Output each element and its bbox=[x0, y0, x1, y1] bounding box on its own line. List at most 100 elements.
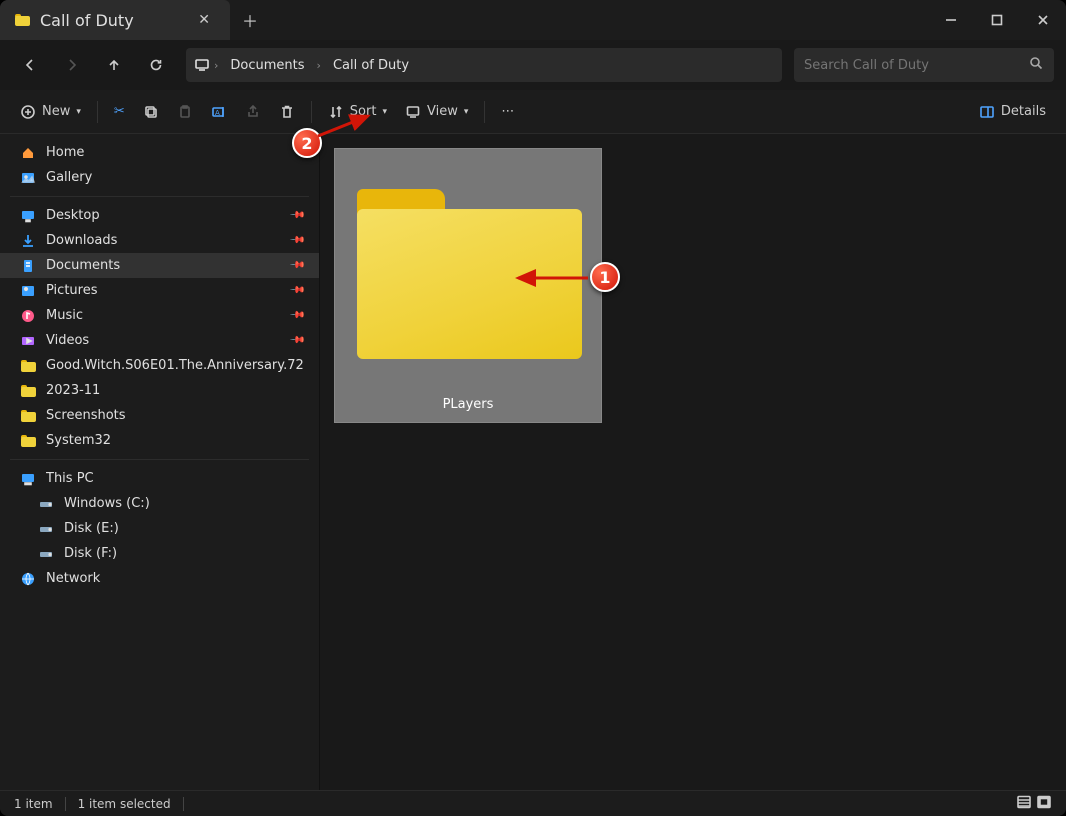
gallery-icon bbox=[20, 170, 36, 186]
sidebar-item-label: Network bbox=[46, 571, 303, 586]
sidebar-item-documents[interactable]: Documents 📌 bbox=[0, 253, 319, 278]
paste-icon bbox=[177, 104, 193, 120]
folder-label: PLayers bbox=[443, 397, 494, 412]
paste-button[interactable] bbox=[169, 96, 201, 128]
folder-large-icon bbox=[357, 189, 582, 359]
rename-icon: A bbox=[211, 104, 227, 120]
status-count: 1 item bbox=[14, 797, 53, 811]
sidebar-item-label: Downloads bbox=[46, 233, 281, 248]
breadcrumb-seg-0[interactable]: Documents bbox=[222, 54, 312, 77]
pc-icon bbox=[20, 471, 36, 487]
view-grid-icon[interactable] bbox=[1036, 794, 1052, 813]
drive-icon bbox=[38, 546, 54, 562]
search-box[interactable] bbox=[794, 48, 1054, 82]
sidebar-item-windows-c-[interactable]: Windows (C:) bbox=[0, 491, 319, 516]
sidebar-item-label: Windows (C:) bbox=[64, 496, 303, 511]
documents-icon bbox=[20, 258, 36, 274]
sidebar-item-pictures[interactable]: Pictures📌 bbox=[0, 278, 319, 303]
copy-button[interactable] bbox=[135, 96, 167, 128]
drive-icon bbox=[38, 496, 54, 512]
pin-icon: 📌 bbox=[288, 257, 305, 274]
sidebar-item-label: Documents bbox=[46, 258, 281, 273]
folder-icon bbox=[20, 408, 36, 424]
chevron-down-icon: ▾ bbox=[464, 107, 469, 117]
address-bar: › Documents › Call of Duty bbox=[0, 40, 1066, 90]
maximize-button[interactable] bbox=[974, 0, 1020, 40]
share-button[interactable] bbox=[237, 96, 269, 128]
sidebar-item-label: Desktop bbox=[46, 208, 281, 223]
home-icon bbox=[20, 145, 36, 161]
sidebar-item-label: Screenshots bbox=[46, 408, 303, 423]
sidebar-item-screenshots[interactable]: Screenshots bbox=[0, 403, 319, 428]
breadcrumb[interactable]: › Documents › Call of Duty bbox=[186, 48, 782, 82]
sidebar-item-this-pc[interactable]: This PC bbox=[0, 466, 319, 491]
breadcrumb-seg-1[interactable]: Call of Duty bbox=[325, 54, 417, 77]
tab-close-button[interactable]: ✕ bbox=[192, 10, 216, 30]
sidebar-item-music[interactable]: Music📌 bbox=[0, 303, 319, 328]
folder-icon bbox=[14, 12, 30, 28]
sidebar-item-home[interactable]: Home bbox=[0, 140, 319, 165]
chevron-down-icon: ▾ bbox=[382, 107, 387, 117]
minimize-button[interactable] bbox=[928, 0, 974, 40]
view-list-icon[interactable] bbox=[1016, 794, 1032, 813]
sidebar-item-label: Good.Witch.S06E01.The.Anniversary.720p.A… bbox=[46, 358, 303, 373]
chevron-down-icon: ▾ bbox=[76, 107, 81, 117]
new-tab-button[interactable]: ＋ bbox=[230, 0, 270, 40]
search-icon bbox=[1028, 55, 1044, 75]
folder-item-players[interactable]: PLayers bbox=[334, 148, 602, 423]
sidebar-item-good-witch-s06e01-the-annivers[interactable]: Good.Witch.S06E01.The.Anniversary.720p.A… bbox=[0, 353, 319, 378]
view-button[interactable]: View ▾ bbox=[397, 96, 476, 128]
close-button[interactable] bbox=[1020, 0, 1066, 40]
folder-icon bbox=[20, 383, 36, 399]
toolbar: New ▾ ✂ A Sort ▾ View ▾ ⋯ Details bbox=[0, 90, 1066, 134]
sidebar-item-2023-11[interactable]: 2023-11 bbox=[0, 378, 319, 403]
folder-icon bbox=[20, 433, 36, 449]
scissors-icon: ✂ bbox=[114, 104, 125, 119]
svg-text:A: A bbox=[215, 109, 220, 117]
copy-icon bbox=[143, 104, 159, 120]
drive-icon bbox=[38, 521, 54, 537]
details-button[interactable]: Details bbox=[971, 96, 1054, 128]
refresh-button[interactable] bbox=[138, 48, 174, 82]
sidebar-item-system32[interactable]: System32 bbox=[0, 428, 319, 453]
sort-button[interactable]: Sort ▾ bbox=[320, 96, 395, 128]
pin-icon: 📌 bbox=[288, 332, 305, 349]
status-selected: 1 item selected bbox=[78, 797, 171, 811]
sidebar-item-disk-f-[interactable]: Disk (F:) bbox=[0, 541, 319, 566]
folder-icon bbox=[20, 358, 36, 374]
pin-icon: 📌 bbox=[288, 282, 305, 299]
search-input[interactable] bbox=[804, 58, 1028, 73]
sidebar-item-disk-e-[interactable]: Disk (E:) bbox=[0, 516, 319, 541]
forward-button[interactable] bbox=[54, 48, 90, 82]
more-icon: ⋯ bbox=[501, 104, 514, 119]
more-button[interactable]: ⋯ bbox=[493, 96, 522, 128]
delete-button[interactable] bbox=[271, 96, 303, 128]
sort-icon bbox=[328, 104, 344, 120]
sidebar-item-desktop[interactable]: Desktop📌 bbox=[0, 203, 319, 228]
music-icon bbox=[20, 308, 36, 324]
chevron-right-icon: › bbox=[315, 59, 323, 72]
sidebar-item-downloads[interactable]: Downloads📌 bbox=[0, 228, 319, 253]
share-icon bbox=[245, 104, 261, 120]
sidebar-item-label: Disk (E:) bbox=[64, 521, 303, 536]
back-button[interactable] bbox=[12, 48, 48, 82]
videos-icon bbox=[20, 333, 36, 349]
sidebar[interactable]: HomeGalleryDesktop📌Downloads📌Documents📌P… bbox=[0, 134, 320, 790]
up-button[interactable] bbox=[96, 48, 132, 82]
sidebar-item-label: System32 bbox=[46, 433, 303, 448]
trash-icon bbox=[279, 104, 295, 120]
pictures-icon bbox=[20, 283, 36, 299]
desktop-icon bbox=[20, 208, 36, 224]
content-area[interactable]: PLayers 1 bbox=[320, 134, 1066, 790]
sidebar-item-gallery[interactable]: Gallery bbox=[0, 165, 319, 190]
new-button[interactable]: New ▾ bbox=[12, 96, 89, 128]
sidebar-item-videos[interactable]: Videos📌 bbox=[0, 328, 319, 353]
monitor-icon bbox=[194, 57, 210, 73]
tab-active[interactable]: Call of Duty ✕ bbox=[0, 0, 230, 40]
sidebar-item-label: 2023-11 bbox=[46, 383, 303, 398]
cut-button[interactable]: ✂ bbox=[106, 96, 133, 128]
status-bar: 1 item 1 item selected bbox=[0, 790, 1066, 816]
rename-button[interactable]: A bbox=[203, 96, 235, 128]
sidebar-item-network[interactable]: Network bbox=[0, 566, 319, 591]
network-icon bbox=[20, 571, 36, 587]
